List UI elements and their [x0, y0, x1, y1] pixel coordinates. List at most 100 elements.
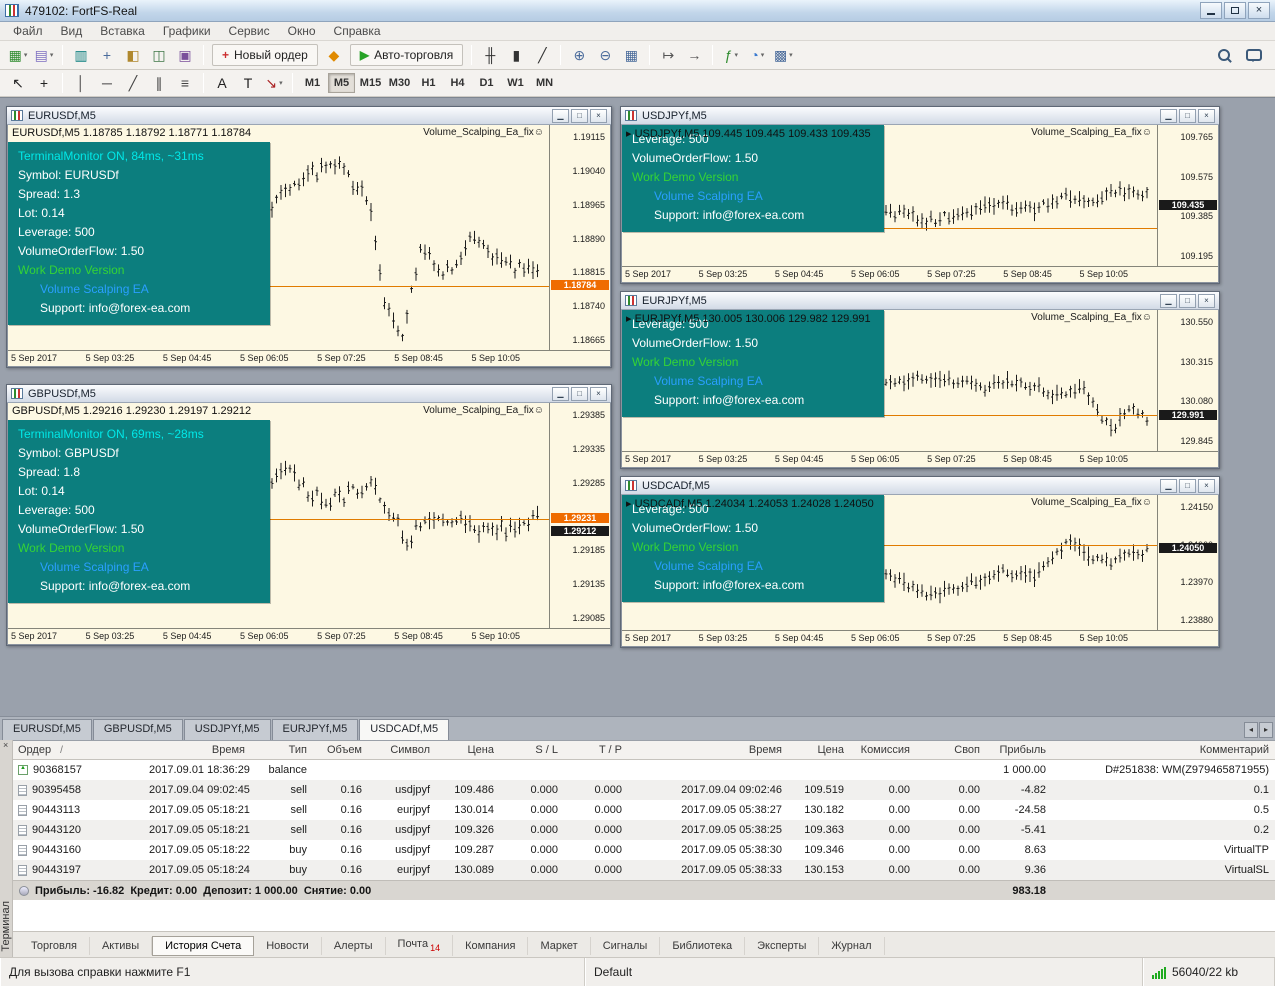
time-scale[interactable]: 5 Sep 2017 5 Sep 03:25 5 Sep 04:45 5 Sep 06…	[8, 629, 550, 644]
fibonacci-icon[interactable]: ≡	[172, 72, 198, 94]
chart-plot[interactable]: Leverage: 500 VolumeOrderFlow: 1.50 Work D…	[622, 310, 1158, 452]
chart-close-button[interactable]: ×	[590, 386, 607, 401]
dropdown-arrow-icon[interactable]: ▾	[734, 52, 738, 59]
chart-minimize-button[interactable]: ▁	[1160, 293, 1177, 308]
terminal-tab-10[interactable]: Эксперты	[745, 936, 820, 955]
chart-tab-gbpusdf[interactable]: GBPUSDf,M5	[92, 719, 183, 740]
zoom-out-icon[interactable]: ⊖	[592, 44, 618, 66]
chart-restore-button[interactable]: □	[571, 386, 588, 401]
chart-tab-usdcadf[interactable]: USDCADf,M5	[359, 719, 450, 740]
time-scale[interactable]: 5 Sep 2017 5 Sep 03:25 5 Sep 04:45 5 Sep 06…	[8, 351, 550, 366]
timeframe-w1-button[interactable]: W1	[502, 73, 529, 93]
menu-service[interactable]: Сервис	[220, 22, 279, 40]
search-icon[interactable]	[1217, 48, 1232, 63]
terminal-tab-11[interactable]: Журнал	[819, 936, 885, 955]
timeframe-d1-button[interactable]: D1	[473, 73, 500, 93]
timeframe-h1-button[interactable]: H1	[415, 73, 442, 93]
terminal-panel-icon[interactable]: ◫	[146, 44, 172, 66]
menu-charts[interactable]: Графики	[154, 22, 220, 40]
chart-tab-eurjpyf[interactable]: EURJPYf,M5	[271, 719, 359, 740]
price-scale[interactable]: 1.293851.293351.292851.292351.291851.291…	[550, 403, 610, 629]
column-header-3[interactable]: Объем	[313, 744, 368, 756]
candlesticks-icon[interactable]: ▮	[503, 44, 529, 66]
time-scale[interactable]: 5 Sep 2017 5 Sep 03:25 5 Sep 04:45 5 Sep 06…	[622, 631, 1158, 646]
chart-restore-button[interactable]: □	[1179, 478, 1196, 493]
templates-icon[interactable]: ▩ ▾	[770, 44, 796, 66]
timeframe-m5-button[interactable]: M5	[328, 73, 355, 93]
dropdown-arrow-icon[interactable]: ▾	[761, 52, 765, 59]
tile-windows-icon[interactable]: ▦	[618, 44, 644, 66]
new-order-button[interactable]: + Новый ордер	[212, 44, 318, 66]
terminal-tab-1[interactable]: Активы	[90, 936, 153, 955]
periods-icon[interactable]: ◔ ▾	[744, 44, 770, 66]
price-scale[interactable]: 130.550 130.315 130.080 129.845 129.991	[1158, 310, 1218, 452]
arrows-tool-icon[interactable]: ↘ ▾	[261, 72, 287, 94]
column-header-8[interactable]: Время	[628, 744, 788, 756]
menu-window[interactable]: Окно	[279, 22, 325, 40]
window-restore-button[interactable]	[1224, 2, 1246, 19]
dropdown-arrow-icon[interactable]: ▾	[50, 52, 54, 59]
crosshair-icon[interactable]: +	[31, 72, 57, 94]
terminal-tab-8[interactable]: Сигналы	[591, 936, 661, 955]
data-window-icon[interactable]: +	[94, 44, 120, 66]
time-scale[interactable]: 5 Sep 2017 5 Sep 03:25 5 Sep 04:45 5 Sep 06…	[622, 267, 1158, 282]
timeframe-m30-button[interactable]: M30	[386, 73, 413, 93]
terminal-tab-7[interactable]: Маркет	[528, 936, 591, 955]
window-minimize-button[interactable]	[1200, 2, 1222, 19]
menu-file[interactable]: Файл	[4, 22, 52, 40]
chart-minimize-button[interactable]: ▁	[552, 386, 569, 401]
scroll-right-icon[interactable]: ▸	[1259, 722, 1273, 738]
timeframe-m15-button[interactable]: M15	[357, 73, 384, 93]
chart-titlebar[interactable]: EURJPYf,M5 ▁ □ ×	[621, 292, 1219, 310]
trendline-icon[interactable]: ╱	[120, 72, 146, 94]
price-scale[interactable]: 1.241501.240601.239701.238801.24050	[1158, 495, 1218, 631]
chart-titlebar[interactable]: USDCADf,M5 ▁ □ ×	[621, 477, 1219, 495]
chart-minimize-button[interactable]: ▁	[552, 108, 569, 123]
menu-insert[interactable]: Вставка	[91, 22, 154, 40]
history-row[interactable]: 90443120 2017.09.05 05:18:21 sell 0.16 usdjp…	[13, 820, 1275, 840]
timeframe-m1-button[interactable]: M1	[299, 73, 326, 93]
chart-plot[interactable]: TerminalMonitor ON, 84ms, ~31ms Symbol: E…	[8, 125, 550, 351]
new-chart-icon[interactable]: ▦ ▾	[5, 44, 31, 66]
market-watch-icon[interactable]: ▥	[68, 44, 94, 66]
status-profile[interactable]: Default	[585, 958, 1143, 986]
column-header-6[interactable]: S / L	[500, 744, 564, 756]
autotrade-button[interactable]: ▶ Авто-торговля	[349, 44, 464, 66]
terminal-tab-0[interactable]: Торговля	[19, 936, 90, 955]
history-row[interactable]: 90443113 2017.09.05 05:18:21 sell 0.16 eurjp…	[13, 800, 1275, 820]
chart-titlebar[interactable]: EURUSDf,M5 ▁ □ ×	[7, 107, 611, 125]
terminal-tab-4[interactable]: Алерты	[322, 936, 386, 955]
terminal-tab-3[interactable]: Новости	[254, 936, 322, 955]
chart-tab-eurusdf[interactable]: EURUSDf,M5	[2, 719, 92, 740]
label-tool-icon[interactable]: T	[235, 72, 261, 94]
chart-titlebar[interactable]: USDJPYf,M5 ▁ □ ×	[621, 107, 1219, 125]
column-header-11[interactable]: Своп	[916, 744, 986, 756]
terminal-tab-5[interactable]: Почта 14	[386, 935, 454, 956]
menu-view[interactable]: Вид	[52, 22, 92, 40]
price-scale[interactable]: 109.765 109.575 109.385 109.195 109.435	[1158, 125, 1218, 267]
window-close-button[interactable]: ×	[1248, 2, 1270, 19]
profiles-icon[interactable]: ▤ ▾	[31, 44, 57, 66]
zoom-in-icon[interactable]: ⊕	[566, 44, 592, 66]
column-header-10[interactable]: Комиссия	[850, 744, 916, 756]
terminal-tab-9[interactable]: Библиотека	[660, 936, 746, 955]
auto-scroll-icon[interactable]: ↦	[655, 44, 681, 66]
terminal-tab-6[interactable]: Компания	[453, 936, 529, 955]
history-row[interactable]: 90368157 2017.09.01 18:36:29 balance 1 000.…	[13, 760, 1275, 780]
history-row[interactable]: 90395458 2017.09.04 09:02:45 sell 0.16 usdjp…	[13, 780, 1275, 800]
dropdown-arrow-icon[interactable]: ▾	[279, 80, 283, 87]
column-header-4[interactable]: Символ	[368, 744, 436, 756]
navigator-icon[interactable]: ◧	[120, 44, 146, 66]
chart-close-button[interactable]: ×	[590, 108, 607, 123]
column-header-0[interactable]: Ордер /	[13, 744, 143, 756]
chart-close-button[interactable]: ×	[1198, 293, 1215, 308]
metaeditor-icon[interactable]: ◆	[321, 44, 347, 66]
chart-close-button[interactable]: ×	[1198, 478, 1215, 493]
chart-minimize-button[interactable]: ▁	[1160, 108, 1177, 123]
chart-tab-usdjpyf[interactable]: USDJPYf,M5	[183, 719, 271, 740]
time-scale[interactable]: 5 Sep 2017 5 Sep 03:25 5 Sep 04:45 5 Sep 06…	[622, 452, 1158, 467]
terminal-tab-2[interactable]: История Счета	[152, 935, 255, 956]
column-header-13[interactable]: Комментарий	[1052, 744, 1275, 756]
chart-shift-icon[interactable]: →	[681, 44, 707, 66]
chart-plot[interactable]: Leverage: 500 VolumeOrderFlow: 1.50 Work D…	[622, 495, 1158, 631]
